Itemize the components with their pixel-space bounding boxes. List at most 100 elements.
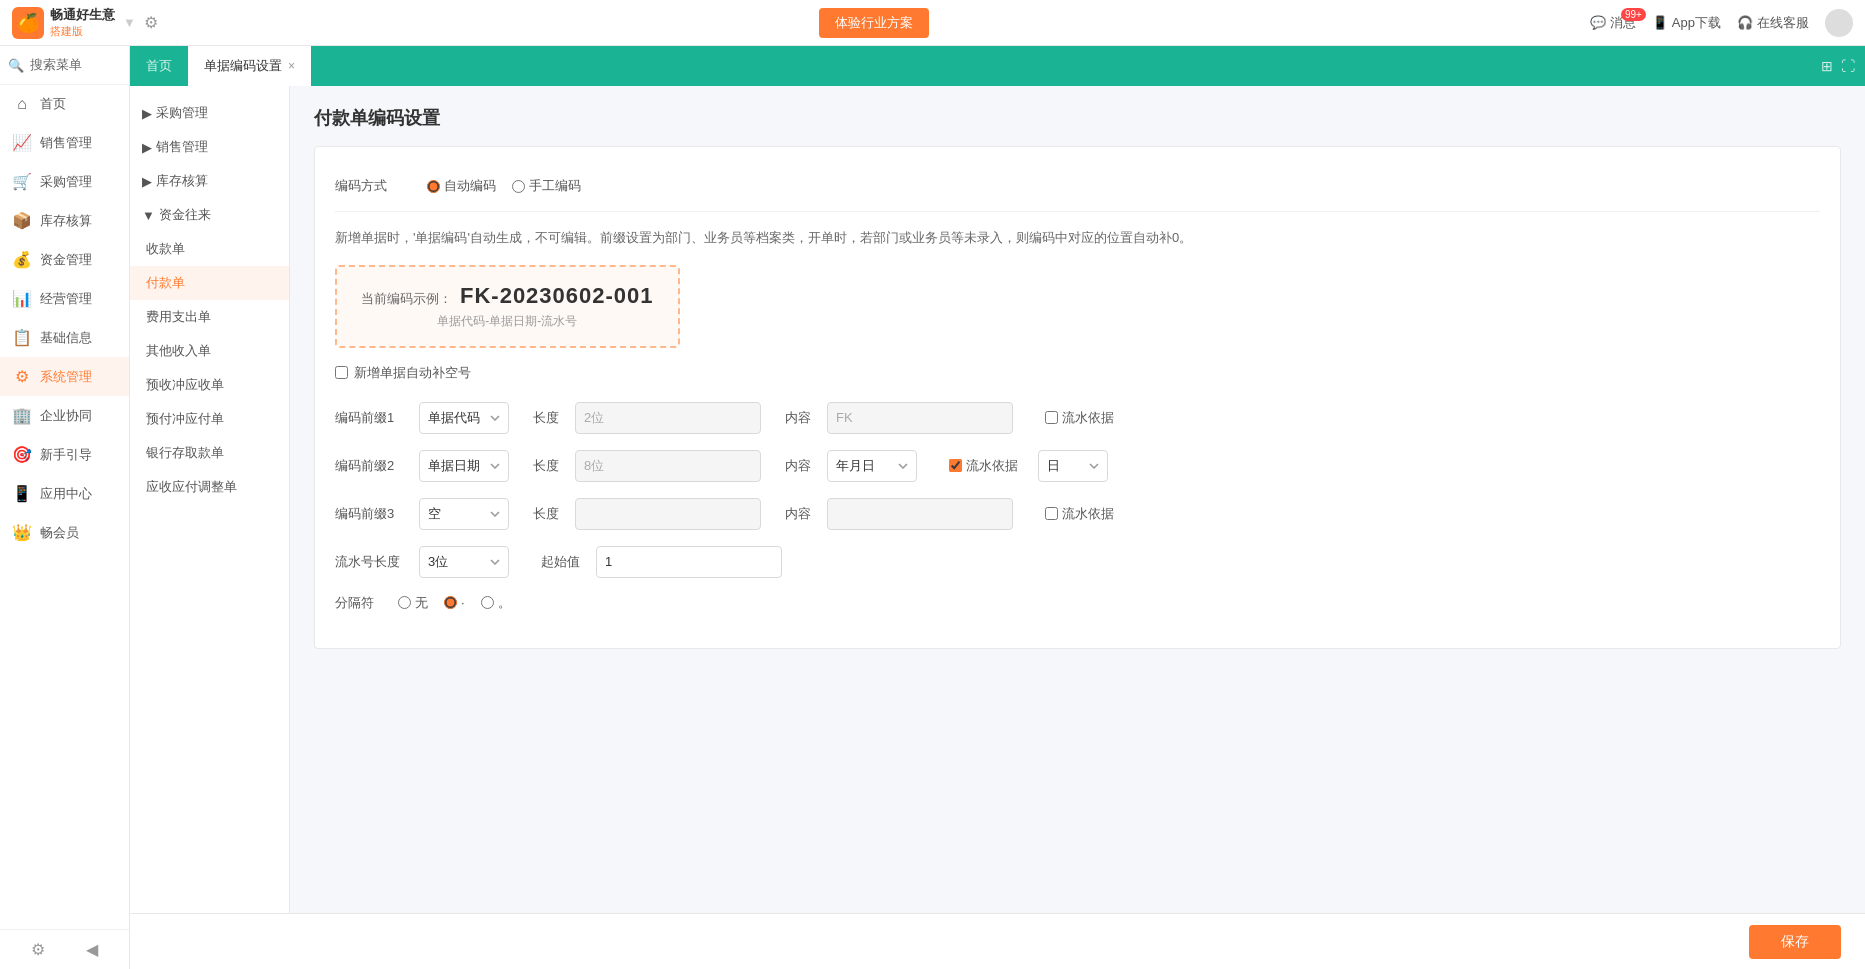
sidebar-item-guide[interactable]: 🎯 新手引导 <box>0 435 129 474</box>
sub-group-capital[interactable]: ▼ 资金往来 <box>130 198 289 232</box>
prefix3-length-input <box>575 498 761 530</box>
serial-start-input[interactable] <box>596 546 782 578</box>
auto-fill-checkbox[interactable] <box>335 366 348 379</box>
tab-current[interactable]: 单据编码设置 × <box>188 46 311 86</box>
sub-item-payment[interactable]: 付款单 <box>130 266 289 300</box>
sep-other-option[interactable]: 。 <box>481 594 511 612</box>
prefix1-serial-checkbox[interactable] <box>1045 411 1058 424</box>
sidebar-item-inventory[interactable]: 📦 库存核算 <box>0 201 129 240</box>
arrow-down-icon: ▼ <box>142 208 155 223</box>
serial-start-label: 起始值 <box>541 553 580 571</box>
sub-item-other-income[interactable]: 其他收入单 <box>130 334 289 368</box>
tab-fullscreen-icon[interactable]: ⛶ <box>1841 58 1855 74</box>
sub-group-sales[interactable]: ▶ 销售管理 <box>130 130 289 164</box>
sub-item-adjust[interactable]: 应收应付调整单 <box>130 470 289 504</box>
prefix2-content-select[interactable]: 年月日 <box>827 450 917 482</box>
sub-item-prepay-receivable[interactable]: 预收冲应收单 <box>130 368 289 402</box>
tab-controls: ⊞ ⛶ <box>1811 46 1865 86</box>
prefix2-length-input <box>575 450 761 482</box>
sidebar-item-finance[interactable]: 💰 资金管理 <box>0 240 129 279</box>
prefix3-serial-check[interactable]: 流水依据 <box>1045 505 1114 523</box>
breadcrumb: ▼ <box>123 15 136 30</box>
sub-item-prepay-payable[interactable]: 预付冲应付单 <box>130 402 289 436</box>
sidebar-item-home[interactable]: ⌂ 首页 <box>0 85 129 123</box>
tab-expand-icon[interactable]: ⊞ <box>1821 58 1833 74</box>
message-icon: 💬 <box>1590 15 1606 30</box>
sub-item-bank[interactable]: 银行存取款单 <box>130 436 289 470</box>
bottom-bar: 保存 <box>130 913 1865 969</box>
prefix2-day-select[interactable]: 日 <box>1038 450 1108 482</box>
sub-sidebar: ▶ 采购管理 ▶ 销售管理 ▶ 库存核算 ▼ 资金往来 收款单 付款单 费用支出… <box>130 86 290 913</box>
auto-code-radio[interactable] <box>427 180 440 193</box>
basic-icon: 📋 <box>12 328 32 347</box>
sidebar-item-system[interactable]: ⚙ 系统管理 <box>0 357 129 396</box>
tab-close-icon[interactable]: × <box>288 59 295 73</box>
gear-icon[interactable]: ⚙ <box>144 13 158 32</box>
sep-dot-radio[interactable] <box>444 596 457 609</box>
prefix2-content-label: 内容 <box>785 457 811 475</box>
prefix3-serial-checkbox[interactable] <box>1045 507 1058 520</box>
online-service[interactable]: 🎧 在线客服 <box>1737 14 1809 32</box>
service-icon: 🎧 <box>1737 15 1753 30</box>
serial-row: 流水号长度 3位 起始值 <box>335 546 1820 578</box>
sidebar-item-member[interactable]: 👑 畅会员 <box>0 513 129 552</box>
sidebar-item-sales[interactable]: 📈 销售管理 <box>0 123 129 162</box>
user-avatar[interactable] <box>1825 9 1853 37</box>
content-area: 首页 单据编码设置 × ⊞ ⛶ ▶ 采购管理 ▶ 销售管 <box>130 46 1865 969</box>
serial-length-label: 流水号长度 <box>335 553 403 571</box>
tab-spacer <box>311 46 1811 86</box>
sub-item-expense[interactable]: 费用支出单 <box>130 300 289 334</box>
tab-home[interactable]: 首页 <box>130 46 188 86</box>
auto-code-option[interactable]: 自动编码 <box>427 177 496 195</box>
collapse-icon[interactable]: ◀ <box>86 940 98 959</box>
sidebar-item-apps[interactable]: 📱 应用中心 <box>0 474 129 513</box>
enterprise-icon: 🏢 <box>12 406 32 425</box>
sub-item-receipt[interactable]: 收款单 <box>130 232 289 266</box>
save-button[interactable]: 保存 <box>1749 925 1841 959</box>
sep-none-option[interactable]: 无 <box>398 594 428 612</box>
sub-group-purchase[interactable]: ▶ 采购管理 <box>130 96 289 130</box>
system-icon: ⚙ <box>12 367 32 386</box>
apps-icon: 📱 <box>12 484 32 503</box>
settings-bottom-icon[interactable]: ⚙ <box>31 940 45 959</box>
prefix2-select[interactable]: 单据日期 <box>419 450 509 482</box>
sidebar-item-operations[interactable]: 📊 经营管理 <box>0 279 129 318</box>
top-bar-left: 🍊 畅通好生意 搭建版 ▼ ⚙ <box>12 6 158 39</box>
home-icon: ⌂ <box>12 95 32 113</box>
sep-dot-option[interactable]: · <box>444 595 465 610</box>
sidebar-item-basic[interactable]: 📋 基础信息 <box>0 318 129 357</box>
sales-icon: 📈 <box>12 133 32 152</box>
sub-layout: ▶ 采购管理 ▶ 销售管理 ▶ 库存核算 ▼ 资金往来 收款单 付款单 费用支出… <box>130 86 1865 913</box>
sidebar-item-purchase[interactable]: 🛒 采购管理 <box>0 162 129 201</box>
preview-sub: 单据代码-单据日期-流水号 <box>361 313 654 330</box>
prefix3-content-input <box>827 498 1013 530</box>
sidebar-item-enterprise[interactable]: 🏢 企业协同 <box>0 396 129 435</box>
message-area[interactable]: 💬 消息 99+ <box>1590 14 1636 32</box>
search-menu[interactable]: 🔍 搜索菜单 <box>0 46 129 85</box>
coding-method-radio-group: 自动编码 手工编码 <box>427 177 581 195</box>
finance-icon: 💰 <box>12 250 32 269</box>
top-bar-center: 体验行业方案 <box>819 8 929 38</box>
manual-code-radio[interactable] <box>512 180 525 193</box>
prefix2-serial-check[interactable]: 流水依据 <box>949 457 1018 475</box>
serial-length-select[interactable]: 3位 <box>419 546 509 578</box>
app-icon: 📱 <box>1652 15 1668 30</box>
prefix1-length-label: 长度 <box>533 409 559 427</box>
prefix1-length-input <box>575 402 761 434</box>
prefix3-content-label: 内容 <box>785 505 811 523</box>
prefix3-select[interactable]: 空 <box>419 498 509 530</box>
prefix1-select[interactable]: 单据代码 <box>419 402 509 434</box>
experience-button[interactable]: 体验行业方案 <box>819 8 929 38</box>
sep-other-radio[interactable] <box>481 596 494 609</box>
prefix1-row: 编码前缀1 单据代码 长度 内容 流水依据 <box>335 402 1820 434</box>
message-badge: 99+ <box>1621 8 1646 21</box>
manual-code-option[interactable]: 手工编码 <box>512 177 581 195</box>
prefix1-content-input <box>827 402 1013 434</box>
prefix2-serial-checkbox[interactable] <box>949 459 962 472</box>
app-download[interactable]: 📱 App下载 <box>1652 14 1721 32</box>
sub-group-inventory[interactable]: ▶ 库存核算 <box>130 164 289 198</box>
preview-label: 当前编码示例： <box>361 290 452 308</box>
sep-none-radio[interactable] <box>398 596 411 609</box>
sidebar: 🔍 搜索菜单 ⌂ 首页 📈 销售管理 🛒 采购管理 📦 库存核算 💰 资金管理 … <box>0 46 130 969</box>
prefix1-serial-check[interactable]: 流水依据 <box>1045 409 1114 427</box>
